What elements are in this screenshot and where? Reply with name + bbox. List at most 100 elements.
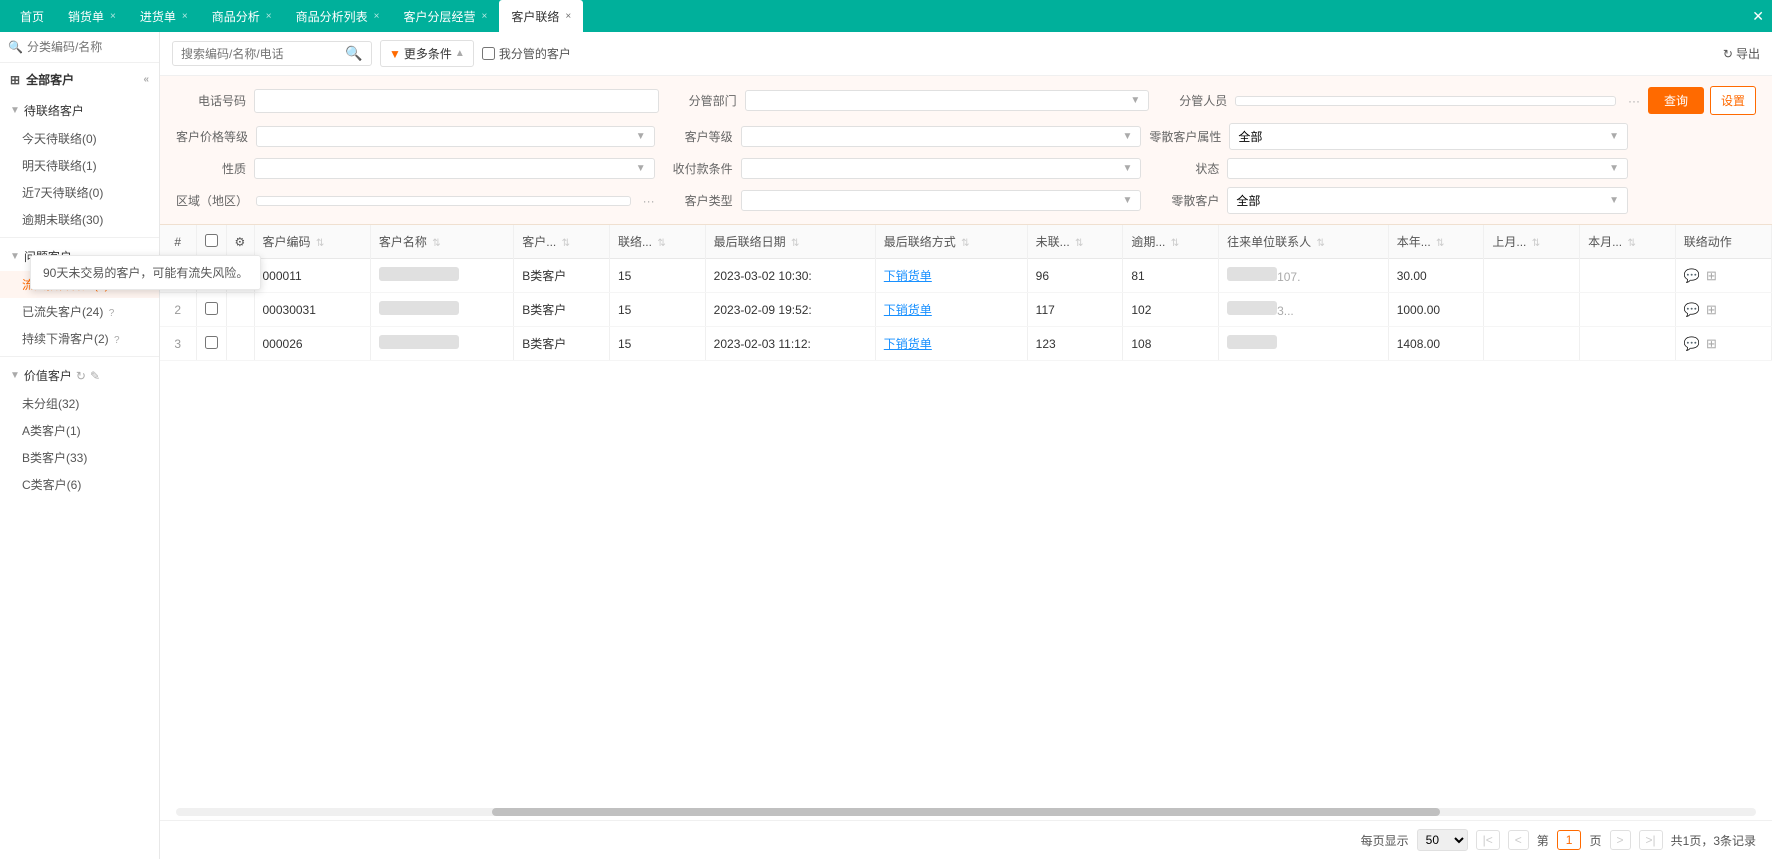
col-settings[interactable]: ⚙ [226, 225, 254, 259]
level-down-arrow: ▼ [1122, 131, 1132, 142]
action-more-0[interactable]: ⊞ [1706, 268, 1717, 284]
filter-customer-level-select[interactable]: ▼ [741, 126, 1142, 147]
tab-customer-segment[interactable]: 客户分层经营 × [391, 0, 499, 32]
filter-status-select[interactable]: ▼ [1227, 158, 1628, 179]
sidebar-group-pending[interactable]: ▼ 待联络客户 [0, 96, 159, 125]
col-name-header[interactable]: 客户名称 ⇅ [370, 225, 513, 259]
sidebar-item-type-b[interactable]: B类客户(33) [0, 444, 159, 471]
action-chat-2[interactable]: 💬 [1684, 336, 1700, 352]
filter-region-select[interactable] [256, 196, 631, 206]
cell-last-date-1: 2023-02-09 19:52: [705, 293, 875, 327]
filter-customer-type-select[interactable]: ▼ [741, 190, 1142, 211]
cell-settings-2 [226, 327, 254, 361]
action-chat-0[interactable]: 💬 [1684, 268, 1700, 284]
page-first-btn[interactable]: |< [1476, 830, 1500, 850]
last-method-link-0[interactable]: 下销货单 [884, 269, 932, 283]
action-chat-1[interactable]: 💬 [1684, 302, 1700, 318]
filter-nature: 性质 ▼ [176, 158, 655, 179]
tab-purchase-close[interactable]: × [182, 11, 188, 22]
col-last-date-header[interactable]: 最后联络日期 ⇅ [705, 225, 875, 259]
sidebar-item-declining[interactable]: 持续下滑客户(2) ? [0, 325, 159, 352]
filter-zero-attr-select[interactable]: 全部 ▼ [1229, 123, 1628, 150]
sidebar-item-type-a[interactable]: A类客户(1) [0, 417, 159, 444]
filter-customer-level: 客户等级 ▼ [663, 126, 1142, 147]
value-group-edit[interactable]: ✎ [90, 369, 100, 383]
search-button[interactable]: 🔍 [345, 45, 362, 62]
sidebar-item-week[interactable]: 近7天待联络(0) [0, 179, 159, 206]
filter-price-level-label: 客户价格等级 [176, 128, 248, 145]
col-contact-label: 联络... [618, 235, 652, 249]
tab-customer-link[interactable]: 客户联络 × [499, 0, 583, 32]
col-overdue-header[interactable]: 逾期... ⇅ [1123, 225, 1219, 259]
page-prev-btn[interactable]: < [1508, 830, 1529, 850]
sidebar-item-type-c[interactable]: C类客户(6) [0, 471, 159, 498]
filter-payment-select[interactable]: ▼ [741, 158, 1142, 179]
action-more-1[interactable]: ⊞ [1706, 302, 1717, 318]
page-next-btn[interactable]: > [1610, 830, 1631, 850]
sidebar-search-input[interactable] [27, 40, 160, 54]
sidebar-item-unclassified[interactable]: 未分组(32) [0, 390, 159, 417]
tab-analysis-list-close[interactable]: × [374, 11, 380, 22]
col-type-header[interactable]: 客户... ⇅ [514, 225, 610, 259]
value-group-refresh[interactable]: ↻ [76, 369, 86, 383]
query-button[interactable]: 查询 [1648, 87, 1704, 114]
close-all-tabs[interactable]: ✕ [1752, 8, 1764, 25]
col-this-month-header[interactable]: 本月... ⇅ [1580, 225, 1676, 259]
tab-sales-close[interactable]: × [110, 11, 116, 22]
last-method-link-1[interactable]: 下销货单 [884, 303, 932, 317]
cell-person-1: 3... [1219, 293, 1389, 327]
search-input[interactable] [181, 47, 341, 61]
col-unlinked-header[interactable]: 未联... ⇅ [1027, 225, 1123, 259]
tab-analysis-list[interactable]: 商品分析列表 × [284, 0, 392, 32]
more-conditions-button[interactable]: ▼ 更多条件 ▲ [380, 40, 474, 67]
col-last-month-header[interactable]: 上月... ⇅ [1484, 225, 1580, 259]
sidebar-item-tomorrow[interactable]: 明天待联络(1) [0, 152, 159, 179]
filter-price-level-select[interactable]: ▼ [256, 126, 655, 147]
filter-zero-customer-select[interactable]: 全部 ▼ [1227, 187, 1628, 214]
tab-customer-segment-close[interactable]: × [481, 11, 487, 22]
col-code-header[interactable]: 客户编码 ⇅ [254, 225, 370, 259]
sidebar-all-customers[interactable]: ⊞ 全部客户 « [0, 63, 159, 96]
sidebar-item-lost[interactable]: 已流失客户(24) ? [0, 298, 159, 325]
sidebar-item-overdue[interactable]: 逾期未联络(30) [0, 206, 159, 233]
action-more-2[interactable]: ⊞ [1706, 336, 1717, 352]
export-button[interactable]: ↻ 导出 [1723, 45, 1760, 62]
tab-customer-link-close[interactable]: × [565, 11, 571, 22]
filter-phone-input[interactable] [254, 89, 659, 113]
tab-sales[interactable]: 销货单 × [56, 0, 128, 32]
row-checkbox-1[interactable] [205, 302, 218, 315]
col-person-header[interactable]: 往来单位联系人 ⇅ [1219, 225, 1389, 259]
cell-action-2: 💬 ⊞ [1675, 327, 1771, 361]
sort-icon-contact: ⇅ [657, 238, 665, 249]
filter-price-level: 客户价格等级 ▼ [176, 126, 655, 147]
last-method-link-2[interactable]: 下销货单 [884, 337, 932, 351]
horizontal-scrollbar[interactable] [176, 808, 1756, 816]
nature-down-arrow: ▼ [636, 163, 646, 174]
filter-dept-select[interactable]: ▼ [745, 90, 1150, 111]
page-last-btn[interactable]: >| [1639, 830, 1663, 850]
filter-nature-select[interactable]: ▼ [254, 158, 655, 179]
sidebar-item-today[interactable]: 今天待联络(0) [0, 125, 159, 152]
scrollbar-thumb[interactable] [492, 808, 1440, 816]
col-last-method-header[interactable]: 最后联络方式 ⇅ [875, 225, 1027, 259]
tab-analysis[interactable]: 商品分析 × [200, 0, 284, 32]
col-this-year-header[interactable]: 本年... ⇅ [1388, 225, 1484, 259]
tooltip-box: 90天未交易的客户，可能有流失风险。 [30, 255, 160, 290]
tab-analysis-close[interactable]: × [266, 11, 272, 22]
tab-purchase[interactable]: 进货单 × [128, 0, 200, 32]
col-contact-header[interactable]: 联络... ⇅ [609, 225, 705, 259]
tab-home[interactable]: 首页 [8, 0, 56, 32]
select-all-checkbox[interactable] [205, 234, 218, 247]
my-customers-checkbox[interactable]: 我分管的客户 [482, 45, 571, 62]
region-dots-btn[interactable]: ··· [643, 194, 655, 208]
row-checkbox-2[interactable] [205, 336, 218, 349]
sidebar-group-value[interactable]: ▼ 价值客户 ↻ ✎ [0, 361, 159, 390]
my-customers-check[interactable] [482, 47, 495, 60]
settings-button[interactable]: 设置 [1710, 86, 1756, 115]
per-page-select[interactable]: 50 20 100 [1417, 829, 1468, 851]
person-dots-btn[interactable]: ··· [1628, 94, 1640, 108]
help-icon-lost: ? [109, 308, 115, 319]
filter-person-select[interactable] [1235, 96, 1616, 106]
sidebar-collapse-btn[interactable]: « [143, 74, 149, 85]
cell-this-month-1 [1580, 293, 1676, 327]
